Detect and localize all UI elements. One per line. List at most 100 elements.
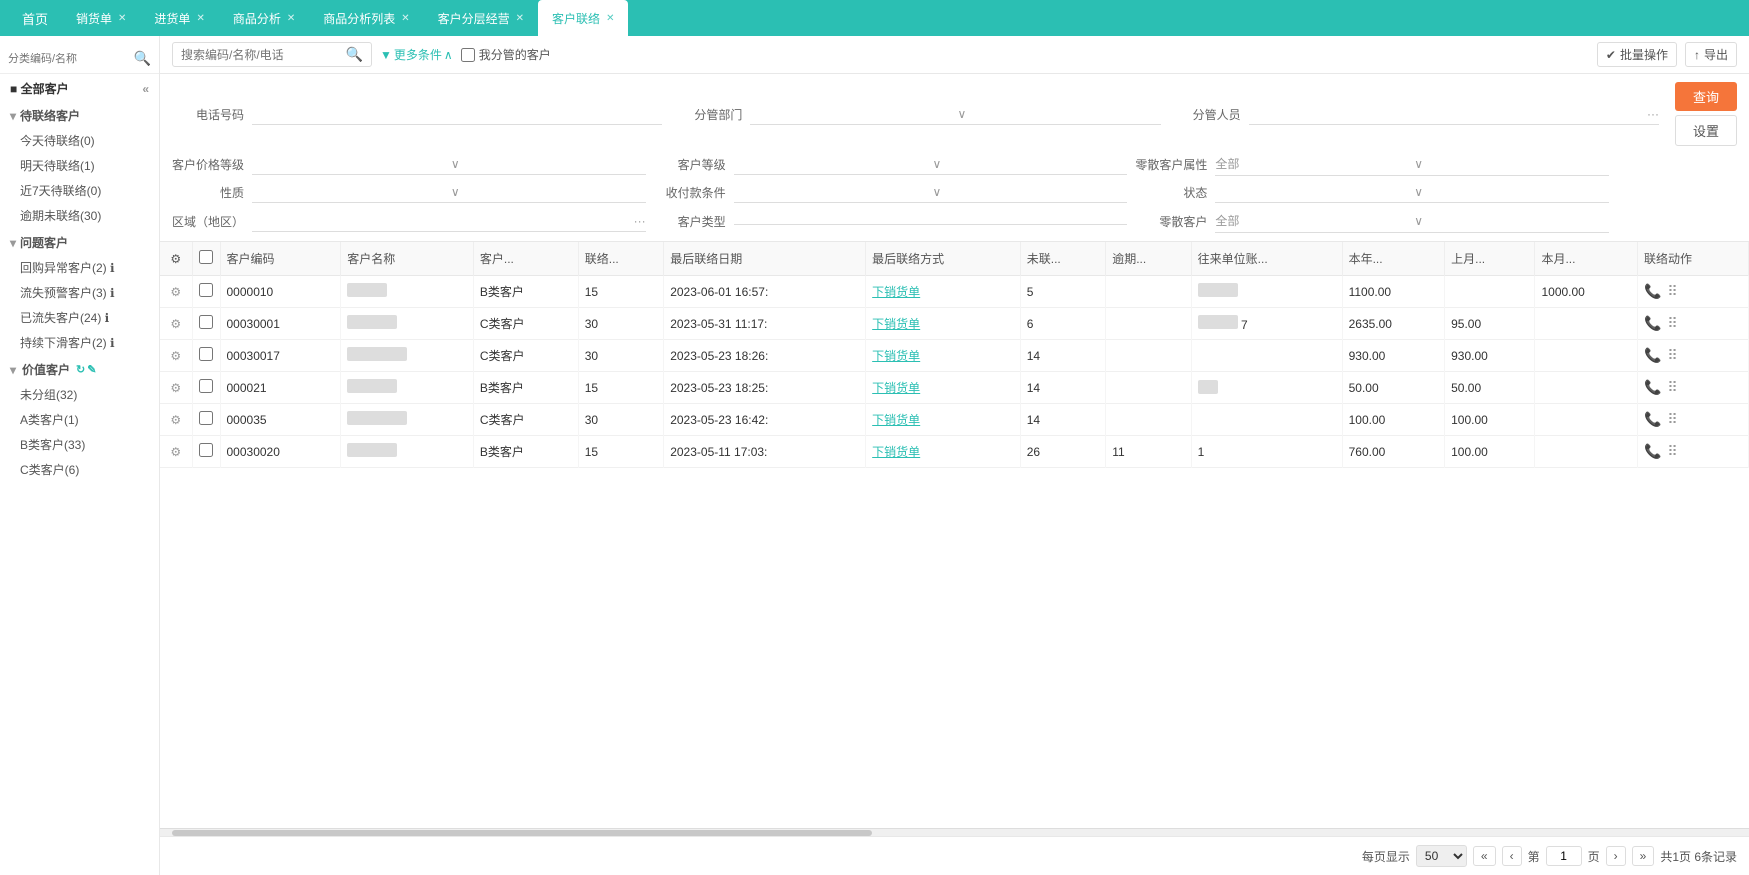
nav-home[interactable]: 首页 bbox=[8, 0, 62, 36]
row1-checkbox[interactable] bbox=[192, 276, 220, 308]
scrollbar-thumb[interactable] bbox=[172, 830, 872, 836]
nav-customer-contact-close[interactable]: ✕ bbox=[606, 13, 614, 24]
select-all-checkbox[interactable] bbox=[199, 250, 213, 264]
nav-sales[interactable]: 销货单✕ bbox=[62, 0, 140, 36]
query-button[interactable]: 查询 bbox=[1675, 82, 1737, 111]
next-page-btn[interactable]: › bbox=[1606, 846, 1626, 866]
row4-select[interactable] bbox=[199, 379, 213, 393]
sidebar-all-customers[interactable]: ■ 全部客户 « bbox=[0, 74, 159, 101]
filter-retail-attr-select[interactable]: 全部 ∨ bbox=[1215, 152, 1609, 176]
row3-last-method[interactable]: 下销货单 bbox=[866, 340, 1021, 372]
my-customers-checkbox-label[interactable]: 我分管的客户 bbox=[461, 46, 551, 63]
nav-goods-list-close[interactable]: ✕ bbox=[401, 13, 409, 24]
filter-payment-select[interactable]: ∨ bbox=[734, 182, 1128, 203]
horizontal-scrollbar[interactable] bbox=[160, 828, 1749, 836]
row6-select[interactable] bbox=[199, 443, 213, 457]
filter-status-select[interactable]: ∨ bbox=[1215, 182, 1609, 203]
row6-more-icon[interactable]: ⠿ bbox=[1667, 443, 1677, 460]
sidebar-item-abnormal[interactable]: 回购异常客户(2) ℹ bbox=[0, 255, 159, 280]
col-checkbox[interactable] bbox=[192, 242, 220, 276]
row2-gear[interactable]: ⚙ bbox=[160, 308, 192, 340]
sidebar-item-7days[interactable]: 近7天待联络(0) bbox=[0, 178, 159, 203]
filter-nature-select[interactable]: ∨ bbox=[252, 182, 646, 203]
row6-last-method[interactable]: 下销货单 bbox=[866, 436, 1021, 468]
sidebar-item-a-class[interactable]: A类客户(1) bbox=[0, 407, 159, 432]
row5-checkbox[interactable] bbox=[192, 404, 220, 436]
sidebar-item-overdue[interactable]: 逾期未联络(30) bbox=[0, 203, 159, 228]
nav-sales-close[interactable]: ✕ bbox=[118, 13, 126, 24]
row2-phone-icon[interactable]: 📞 bbox=[1644, 315, 1661, 332]
row6-checkbox[interactable] bbox=[192, 436, 220, 468]
first-page-btn[interactable]: « bbox=[1473, 846, 1496, 866]
sidebar-item-tomorrow[interactable]: 明天待联络(1) bbox=[0, 153, 159, 178]
filter-customer-grade-select[interactable]: ∨ bbox=[734, 154, 1128, 175]
filter-retail-select[interactable]: 全部 ∨ bbox=[1215, 209, 1609, 233]
nav-purchase[interactable]: 进货单✕ bbox=[140, 0, 218, 36]
col-gear[interactable]: ⚙ bbox=[160, 242, 192, 276]
row1-more-icon[interactable]: ⠿ bbox=[1667, 283, 1677, 300]
sidebar-item-ungroup[interactable]: 未分组(32) bbox=[0, 382, 159, 407]
nav-goods-list[interactable]: 商品分析列表✕ bbox=[309, 0, 423, 36]
row5-phone-icon[interactable]: 📞 bbox=[1644, 411, 1661, 428]
sidebar-item-declining[interactable]: 持续下滑客户(2) ℹ bbox=[0, 330, 159, 355]
sidebar-collapse-icon[interactable]: « bbox=[142, 82, 149, 96]
batch-operation-btn[interactable]: ✔ 批量操作 bbox=[1597, 42, 1677, 67]
row1-gear[interactable]: ⚙ bbox=[160, 276, 192, 308]
row5-gear[interactable]: ⚙ bbox=[160, 404, 192, 436]
row5-more-icon[interactable]: ⠿ bbox=[1667, 411, 1677, 428]
sidebar-item-b-class[interactable]: B类客户(33) bbox=[0, 432, 159, 457]
row1-phone-icon[interactable]: 📞 bbox=[1644, 283, 1661, 300]
row3-phone-icon[interactable]: 📞 bbox=[1644, 347, 1661, 364]
nav-customer-segment[interactable]: 客户分层经营✕ bbox=[424, 0, 538, 36]
filter-phone-input[interactable] bbox=[252, 104, 662, 125]
row2-checkbox[interactable] bbox=[192, 308, 220, 340]
nav-customer-contact[interactable]: 客户联络✕ bbox=[538, 0, 628, 36]
row3-checkbox[interactable] bbox=[192, 340, 220, 372]
page-number-input[interactable] bbox=[1546, 846, 1582, 866]
per-page-select[interactable]: 50 100 bbox=[1416, 845, 1467, 867]
nav-customer-segment-close[interactable]: ✕ bbox=[516, 13, 524, 24]
row4-phone-icon[interactable]: 📞 bbox=[1644, 379, 1661, 396]
filter-region-dots[interactable]: ··· bbox=[634, 214, 646, 228]
row5-last-method[interactable]: 下销货单 bbox=[866, 404, 1021, 436]
sidebar-item-lost[interactable]: 已流失客户(24) ℹ bbox=[0, 305, 159, 330]
row1-select[interactable] bbox=[199, 283, 213, 297]
row4-gear[interactable]: ⚙ bbox=[160, 372, 192, 404]
row4-checkbox[interactable] bbox=[192, 372, 220, 404]
sidebar-search-input[interactable] bbox=[8, 53, 134, 65]
nav-purchase-close[interactable]: ✕ bbox=[196, 13, 204, 24]
row4-more-icon[interactable]: ⠿ bbox=[1667, 379, 1677, 396]
sidebar-item-c-class[interactable]: C类客户(6) bbox=[0, 457, 159, 482]
sidebar-item-today[interactable]: 今天待联络(0) bbox=[0, 128, 159, 153]
row2-more-icon[interactable]: ⠿ bbox=[1667, 315, 1677, 332]
settings-button[interactable]: 设置 bbox=[1675, 115, 1737, 146]
toolbar-search-icon[interactable]: 🔍 bbox=[346, 46, 363, 63]
row3-select[interactable] bbox=[199, 347, 213, 361]
row3-gear[interactable]: ⚙ bbox=[160, 340, 192, 372]
row4-last-method[interactable]: 下销货单 bbox=[866, 372, 1021, 404]
sidebar-group-pending[interactable]: ▾ 待联络客户 bbox=[0, 101, 159, 128]
export-btn[interactable]: ↑ 导出 bbox=[1685, 42, 1737, 67]
sidebar-group-problem[interactable]: ▾ 问题客户 bbox=[0, 228, 159, 255]
row1-last-method[interactable]: 下销货单 bbox=[866, 276, 1021, 308]
toolbar-search-input[interactable] bbox=[181, 48, 346, 62]
sidebar-value-refresh-icon[interactable]: ↻ bbox=[76, 363, 85, 376]
nav-goods-analysis-close[interactable]: ✕ bbox=[287, 13, 295, 24]
row6-phone-icon[interactable]: 📞 bbox=[1644, 443, 1661, 460]
sidebar-value-edit-icon[interactable]: ✎ bbox=[87, 363, 96, 376]
filter-dept-select[interactable]: ∨ bbox=[750, 104, 1160, 125]
row2-last-method[interactable]: 下销货单 bbox=[866, 308, 1021, 340]
last-page-btn[interactable]: » bbox=[1632, 846, 1655, 866]
row5-select[interactable] bbox=[199, 411, 213, 425]
row3-more-icon[interactable]: ⠿ bbox=[1667, 347, 1677, 364]
sidebar-search-icon[interactable]: 🔍 bbox=[134, 50, 151, 67]
row6-gear[interactable]: ⚙ bbox=[160, 436, 192, 468]
filter-value-grade-select[interactable]: ∨ bbox=[252, 154, 646, 175]
nav-goods-analysis[interactable]: 商品分析✕ bbox=[219, 0, 309, 36]
row2-select[interactable] bbox=[199, 315, 213, 329]
filter-manager-dots[interactable]: ··· bbox=[1647, 107, 1659, 121]
more-conditions-btn[interactable]: ▼ 更多条件 ∧ bbox=[380, 46, 453, 63]
sidebar-item-warning[interactable]: 流失预警客户(3) ℹ bbox=[0, 280, 159, 305]
filter-customer-type-select[interactable] bbox=[734, 218, 1128, 225]
sidebar-group-value[interactable]: ▾ 价值客户 ↻ ✎ bbox=[0, 355, 159, 382]
